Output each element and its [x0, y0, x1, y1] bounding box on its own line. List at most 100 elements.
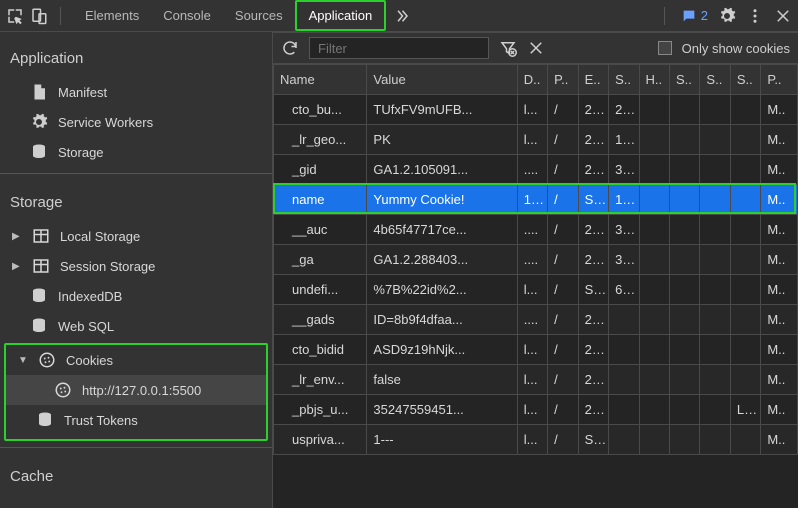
- table-row[interactable]: undefi...%7B%22id%2...l.../S...6...M..: [274, 275, 798, 305]
- cell: false: [367, 365, 517, 395]
- tab-sources[interactable]: Sources: [223, 2, 295, 29]
- cell: [700, 335, 730, 365]
- expand-arrow-icon[interactable]: ▶: [12, 261, 22, 272]
- column-header[interactable]: S..: [669, 65, 699, 95]
- table-row[interactable]: _lr_geo...PKl.../2...1...M..: [274, 125, 798, 155]
- column-header[interactable]: S..: [730, 65, 760, 95]
- table-row[interactable]: nameYummy Cookie!1.../S...1...M..: [274, 185, 798, 215]
- close-devtools-icon[interactable]: [774, 7, 792, 25]
- cell: [669, 425, 699, 455]
- sidebar-item[interactable]: ▶Session Storage: [0, 251, 272, 281]
- table-row[interactable]: _gidGA1.2.105091......./2...3...M..: [274, 155, 798, 185]
- only-cookies-checkbox[interactable]: [658, 41, 672, 55]
- sidebar-item-label: Service Workers: [58, 115, 153, 130]
- cell: [669, 335, 699, 365]
- cell: 6...: [609, 275, 639, 305]
- cell: /: [548, 365, 578, 395]
- inspect-icon[interactable]: [6, 7, 24, 25]
- sidebar-item[interactable]: IndexedDB: [0, 281, 272, 311]
- column-header[interactable]: P..: [548, 65, 578, 95]
- column-header[interactable]: E..: [578, 65, 608, 95]
- table-row[interactable]: _pbjs_u...35247559451...l.../2...L...M..: [274, 395, 798, 425]
- cell: [730, 275, 760, 305]
- cell: [700, 305, 730, 335]
- cell: S...: [578, 185, 608, 215]
- refresh-icon[interactable]: [281, 39, 299, 57]
- cell: [669, 395, 699, 425]
- column-header[interactable]: Name: [274, 65, 367, 95]
- sidebar-item-label: Cookies: [66, 353, 113, 368]
- column-header[interactable]: D..: [517, 65, 547, 95]
- cell: [730, 335, 760, 365]
- cell: [730, 305, 760, 335]
- section-title: Application: [0, 36, 272, 77]
- cell: [730, 185, 760, 215]
- table-row[interactable]: cto_bu...TUfxFV9mUFB...l.../2...2...M..: [274, 95, 798, 125]
- column-header[interactable]: S..: [700, 65, 730, 95]
- cell: l...: [517, 275, 547, 305]
- cell: [609, 395, 639, 425]
- more-panels-icon[interactable]: [392, 7, 410, 25]
- cell: [730, 245, 760, 275]
- cell: 3...: [609, 215, 639, 245]
- cell: [669, 215, 699, 245]
- cell: S...: [578, 425, 608, 455]
- cell: M..: [761, 125, 798, 155]
- cell: [700, 245, 730, 275]
- settings-icon[interactable]: [718, 7, 736, 25]
- sidebar-item[interactable]: Web SQL: [0, 311, 272, 341]
- cell: GA1.2.105091...: [367, 155, 517, 185]
- device-toggle-icon[interactable]: [30, 7, 48, 25]
- sidebar-item[interactable]: Trust Tokens: [6, 405, 266, 435]
- cookie-icon: [54, 381, 72, 399]
- cell: /: [548, 335, 578, 365]
- cell: [639, 95, 669, 125]
- cell: M..: [761, 155, 798, 185]
- clear-filter-icon[interactable]: [499, 39, 517, 57]
- cell: [609, 335, 639, 365]
- table-row[interactable]: __auc4b65f47717ce......./2...3...M..: [274, 215, 798, 245]
- divider: [0, 173, 272, 174]
- column-header[interactable]: Value: [367, 65, 517, 95]
- sidebar-item[interactable]: Manifest: [0, 77, 272, 107]
- tab-console[interactable]: Console: [151, 2, 223, 29]
- sidebar-item[interactable]: ▶Local Storage: [0, 221, 272, 251]
- cell: [730, 95, 760, 125]
- issues-button[interactable]: 2: [681, 8, 708, 24]
- cell: [639, 395, 669, 425]
- sidebar-item[interactable]: http://127.0.0.1:5500: [6, 375, 266, 405]
- sidebar-item[interactable]: Service Workers: [0, 107, 272, 137]
- kebab-menu-icon[interactable]: [746, 7, 764, 25]
- cell: M..: [761, 245, 798, 275]
- tab-elements[interactable]: Elements: [73, 2, 151, 29]
- cookies-table: NameValueD..P..E..S..H..S..S..S..P.. cto…: [273, 64, 798, 508]
- table-row[interactable]: __gadsID=8b9f4dfaa......./2...M..: [274, 305, 798, 335]
- cell: [700, 125, 730, 155]
- section-title: Cache: [0, 454, 272, 495]
- cell: M..: [761, 215, 798, 245]
- column-header[interactable]: P..: [761, 65, 798, 95]
- sidebar-item[interactable]: ▼ Cookies: [6, 345, 266, 375]
- column-header[interactable]: H..: [639, 65, 669, 95]
- sidebar-item-label: Manifest: [58, 85, 107, 100]
- sidebar-item-label: Storage: [58, 145, 104, 160]
- expand-arrow-icon[interactable]: ▶: [12, 231, 22, 242]
- cell: 2...: [578, 155, 608, 185]
- cell: [730, 425, 760, 455]
- table-row[interactable]: _lr_env...falsel.../2...M..: [274, 365, 798, 395]
- table-row[interactable]: cto_bididASD9z19hNjk...l.../2...M..: [274, 335, 798, 365]
- sidebar-item[interactable]: Storage: [0, 137, 272, 167]
- cell: [639, 425, 669, 455]
- table-row[interactable]: uspriva...1---l.../S...M..: [274, 425, 798, 455]
- column-header[interactable]: S..: [609, 65, 639, 95]
- cell: 35247559451...: [367, 395, 517, 425]
- clear-all-icon[interactable]: [527, 39, 545, 57]
- cell: 2...: [578, 125, 608, 155]
- expand-arrow-icon[interactable]: ▼: [18, 355, 28, 366]
- filter-input[interactable]: [309, 37, 489, 59]
- cell: 2...: [578, 335, 608, 365]
- table-row[interactable]: _gaGA1.2.288403......./2...3...M..: [274, 245, 798, 275]
- cell: /: [548, 245, 578, 275]
- tab-application[interactable]: Application: [295, 0, 387, 31]
- gear-icon: [30, 113, 48, 131]
